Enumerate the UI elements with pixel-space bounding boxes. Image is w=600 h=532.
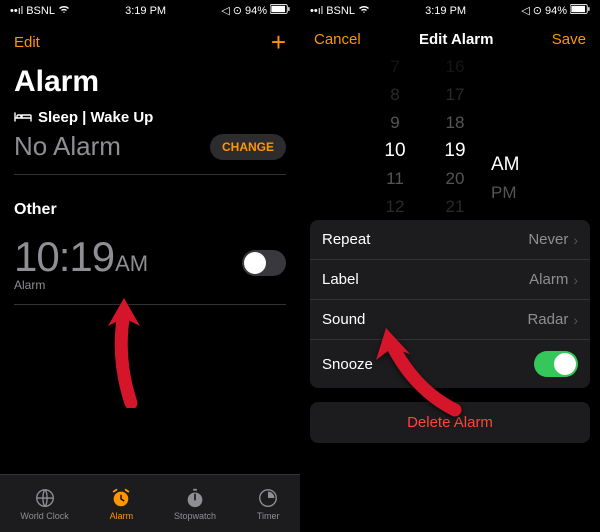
save-button[interactable]: Save: [552, 31, 586, 48]
ampm-column[interactable]: AM PM: [485, 67, 535, 207]
alarm-toggle[interactable]: [242, 250, 286, 276]
annotation-arrow-icon: [96, 298, 156, 413]
battery-pct: 94%: [545, 5, 567, 17]
options-list: Repeat Never› Label Alarm› Sound Radar› …: [310, 220, 590, 388]
alarm-row[interactable]: 10:19AM Alarm: [0, 233, 300, 305]
modal-title: Edit Alarm: [419, 31, 493, 48]
nav-bar: Edit +: [0, 21, 300, 64]
location-icon: ◁: [221, 4, 229, 17]
edit-alarm-screen: ••ıl BSNL 3:19 PM ◁ ⊙ 94% Cancel Edit Al…: [300, 0, 600, 532]
tab-timer[interactable]: Timer: [257, 487, 280, 521]
tab-stopwatch[interactable]: Stopwatch: [174, 487, 216, 521]
alarm-indicator-icon: ⊙: [533, 4, 542, 17]
cancel-button[interactable]: Cancel: [314, 31, 361, 48]
chevron-right-icon: ›: [573, 232, 578, 248]
battery-icon: [270, 4, 290, 17]
alarm-ampm: AM: [115, 251, 148, 276]
sleep-label: Sleep | Wake Up: [38, 109, 153, 126]
alarm-indicator-icon: ⊙: [233, 4, 242, 17]
alarm-list-screen: ••ıl BSNL 3:19 PM ◁ ⊙ 94% Edit + Alarm S…: [0, 0, 300, 532]
time-picker[interactable]: 7 8 9 10 11 12 16 17 18 19 20 21 AM PM: [300, 62, 600, 212]
label-row[interactable]: Label Alarm›: [310, 260, 590, 300]
carrier: BSNL: [326, 5, 355, 17]
sound-row[interactable]: Sound Radar›: [310, 300, 590, 340]
location-icon: ◁: [521, 4, 529, 17]
tab-world-clock[interactable]: World Clock: [20, 487, 68, 521]
wifi-icon: [58, 4, 70, 17]
battery-pct: 94%: [245, 5, 267, 17]
status-time: 3:19 PM: [425, 5, 466, 17]
signal-icon: ••ıl: [310, 5, 323, 17]
battery-icon: [570, 4, 590, 17]
alarm-time: 10:19: [14, 233, 114, 280]
bed-icon: [14, 110, 32, 126]
wifi-icon: [358, 4, 370, 17]
delete-alarm-button[interactable]: Delete Alarm: [310, 402, 590, 443]
repeat-row[interactable]: Repeat Never›: [310, 220, 590, 260]
chevron-right-icon: ›: [573, 272, 578, 288]
snooze-toggle[interactable]: [534, 351, 578, 377]
no-alarm-text: No Alarm: [14, 131, 121, 162]
add-alarm-button[interactable]: +: [271, 27, 286, 58]
status-time: 3:19 PM: [125, 5, 166, 17]
chevron-right-icon: ›: [573, 312, 578, 328]
status-bar: ••ıl BSNL 3:19 PM ◁ ⊙ 94%: [300, 0, 600, 21]
sleep-section-header: Sleep | Wake Up: [14, 109, 286, 126]
minute-column[interactable]: 16 17 18 19 20 21: [425, 53, 485, 221]
edit-button[interactable]: Edit: [14, 34, 40, 51]
carrier: BSNL: [26, 5, 55, 17]
snooze-row: Snooze: [310, 340, 590, 388]
tab-alarm[interactable]: Alarm: [110, 487, 134, 521]
change-button[interactable]: CHANGE: [210, 134, 286, 160]
other-section-header: Other: [0, 187, 300, 233]
alarm-label: Alarm: [14, 278, 148, 292]
hour-column[interactable]: 7 8 9 10 11 12: [365, 53, 425, 221]
status-bar: ••ıl BSNL 3:19 PM ◁ ⊙ 94%: [0, 0, 300, 21]
signal-icon: ••ıl: [10, 5, 23, 17]
page-title: Alarm: [0, 64, 300, 109]
tab-bar: World Clock Alarm Stopwatch Timer: [0, 474, 300, 532]
